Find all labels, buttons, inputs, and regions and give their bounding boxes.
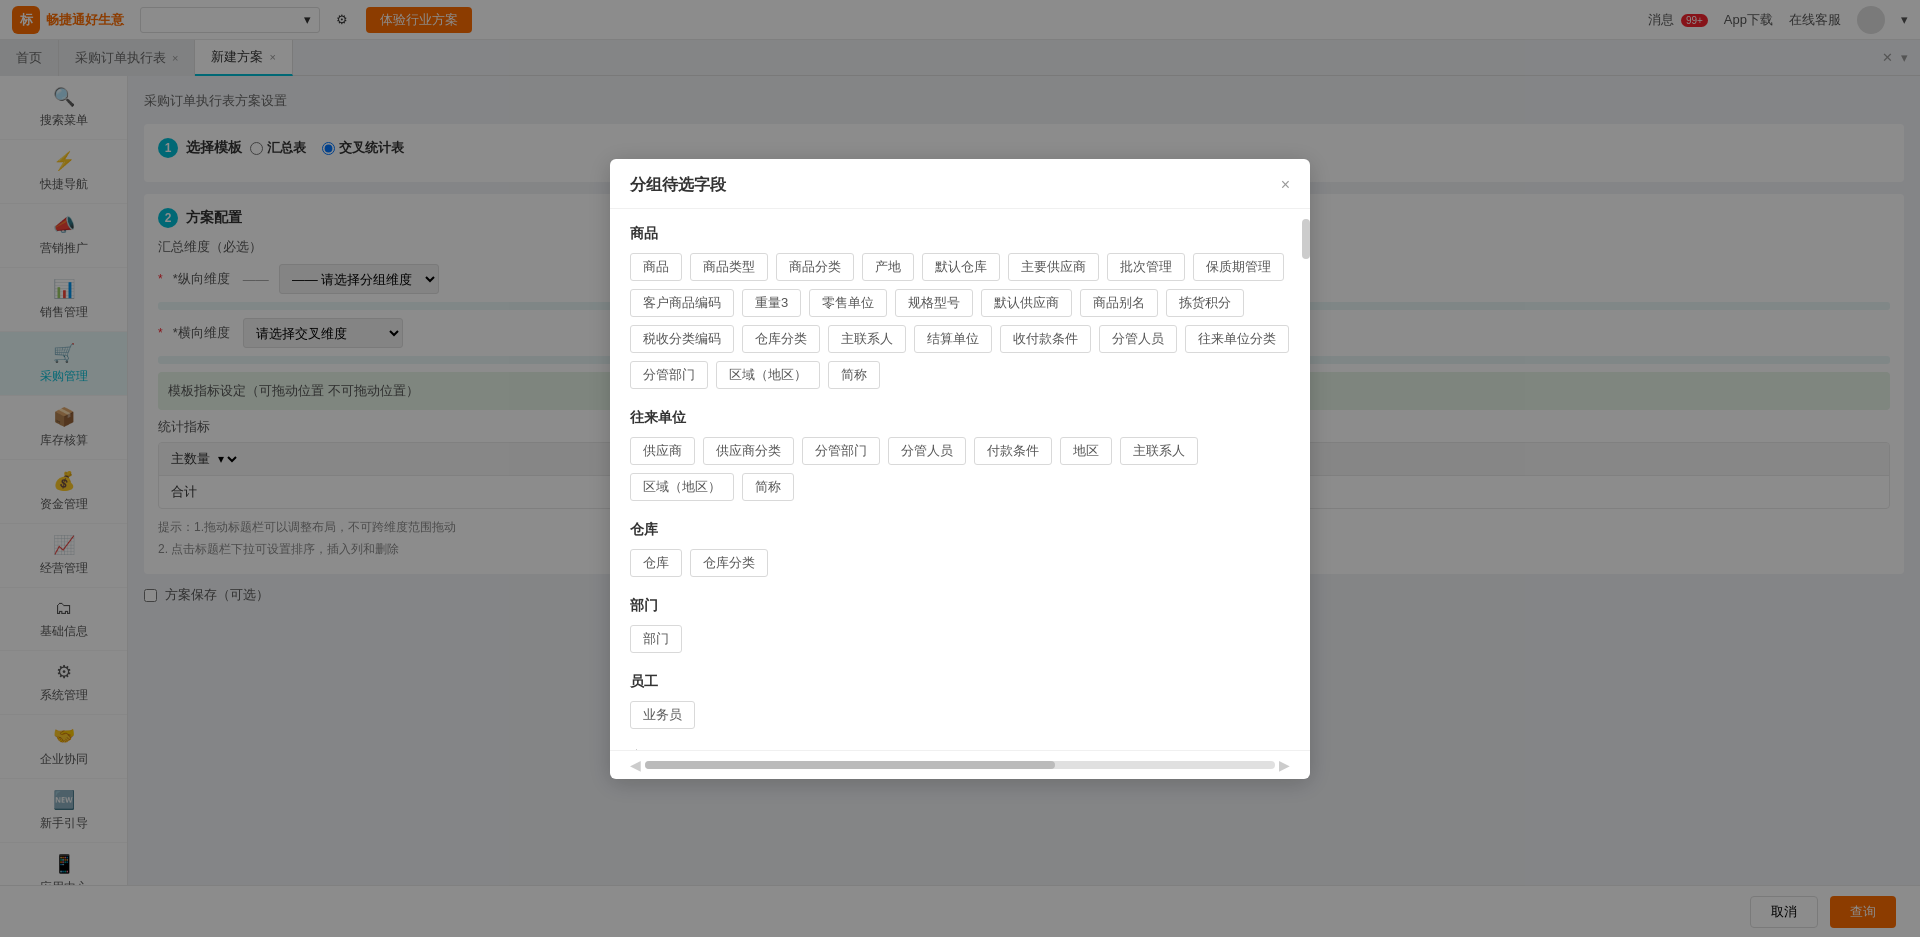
modal-header: 分组待选字段 ×: [610, 159, 1310, 209]
field-settlement-unit[interactable]: 结算单位: [914, 325, 992, 353]
field-warehouse-category[interactable]: 仓库分类: [742, 325, 820, 353]
scroll-left-icon[interactable]: ◀: [630, 757, 641, 773]
modal-close-button[interactable]: ×: [1281, 176, 1290, 194]
field-region-goods[interactable]: 区域（地区）: [716, 361, 820, 389]
vscroll-thumb: [1302, 219, 1310, 259]
field-goods[interactable]: 商品: [630, 253, 682, 281]
modal-section-dept: 部门 部门: [630, 597, 1290, 653]
field-short-name-2[interactable]: 简称: [742, 473, 794, 501]
section-partners-fields: 供应商 供应商分类 分管部门 分管人员 付款条件 地区 主联系人 区域（地区） …: [630, 437, 1290, 501]
field-sales-rep[interactable]: 业务员: [630, 701, 695, 729]
scroll-track[interactable]: [645, 761, 1275, 769]
field-main-contact[interactable]: 主联系人: [828, 325, 906, 353]
field-main-contact-2[interactable]: 主联系人: [1120, 437, 1198, 465]
field-goods-alias[interactable]: 商品别名: [1080, 289, 1158, 317]
modal-section-goods: 商品 商品 商品类型 商品分类 产地 默认仓库 主要供应商 批次管理 保质期管理…: [630, 225, 1290, 389]
field-goods-category[interactable]: 商品分类: [776, 253, 854, 281]
section-partners-title: 往来单位: [630, 409, 1290, 427]
field-main-supplier[interactable]: 主要供应商: [1008, 253, 1099, 281]
field-dept[interactable]: 部门: [630, 625, 682, 653]
modal-title: 分组待选字段: [630, 175, 726, 196]
section-goods-title: 商品: [630, 225, 1290, 243]
modal-overlay: 分组待选字段 × 商品 商品 商品类型 商品分类 产地 默认仓库 主要供应商 批…: [0, 0, 1920, 937]
field-region-2[interactable]: 地区: [1060, 437, 1112, 465]
field-pick-points[interactable]: 拣货积分: [1166, 289, 1244, 317]
section-employee-fields: 业务员: [630, 701, 1290, 729]
field-default-warehouse[interactable]: 默认仓库: [922, 253, 1000, 281]
modal-section-partners: 往来单位 供应商 供应商分类 分管部门 分管人员 付款条件 地区 主联系人 区域…: [630, 409, 1290, 501]
modal-body: 商品 商品 商品类型 商品分类 产地 默认仓库 主要供应商 批次管理 保质期管理…: [610, 209, 1310, 750]
field-partner-category[interactable]: 往来单位分类: [1185, 325, 1289, 353]
scroll-thumb: [645, 761, 1055, 769]
section-dept-title: 部门: [630, 597, 1290, 615]
field-batch-mgmt[interactable]: 批次管理: [1107, 253, 1185, 281]
section-goods-fields: 商品 商品类型 商品分类 产地 默认仓库 主要供应商 批次管理 保质期管理 客户…: [630, 253, 1290, 389]
field-supplier-category[interactable]: 供应商分类: [703, 437, 794, 465]
field-dept-manage[interactable]: 分管部门: [630, 361, 708, 389]
field-dept-manage-2[interactable]: 分管部门: [802, 437, 880, 465]
field-short-name-goods[interactable]: 简称: [828, 361, 880, 389]
field-weight3[interactable]: 重量3: [742, 289, 801, 317]
field-default-supplier[interactable]: 默认供应商: [981, 289, 1072, 317]
section-employee-title: 员工: [630, 673, 1290, 691]
field-supervisor[interactable]: 分管人员: [1099, 325, 1177, 353]
scroll-right-icon[interactable]: ▶: [1279, 757, 1290, 773]
field-spec-model[interactable]: 规格型号: [895, 289, 973, 317]
section-warehouse-title: 仓库: [630, 521, 1290, 539]
field-warehouse[interactable]: 仓库: [630, 549, 682, 577]
field-payment-terms-2[interactable]: 付款条件: [974, 437, 1052, 465]
field-shelf-life[interactable]: 保质期管理: [1193, 253, 1284, 281]
section-dept-fields: 部门: [630, 625, 1290, 653]
field-goods-type[interactable]: 商品类型: [690, 253, 768, 281]
field-origin[interactable]: 产地: [862, 253, 914, 281]
field-select-modal: 分组待选字段 × 商品 商品 商品类型 商品分类 产地 默认仓库 主要供应商 批…: [610, 159, 1310, 779]
field-region-area-2[interactable]: 区域（地区）: [630, 473, 734, 501]
field-tax-code[interactable]: 税收分类编码: [630, 325, 734, 353]
field-supplier[interactable]: 供应商: [630, 437, 695, 465]
field-customer-code[interactable]: 客户商品编码: [630, 289, 734, 317]
modal-scroll-area: ◀ ▶: [610, 750, 1310, 779]
modal-section-employee: 员工 业务员: [630, 673, 1290, 729]
field-supervisor-2[interactable]: 分管人员: [888, 437, 966, 465]
field-warehouse-cat[interactable]: 仓库分类: [690, 549, 768, 577]
section-warehouse-fields: 仓库 仓库分类: [630, 549, 1290, 577]
modal-section-warehouse: 仓库 仓库 仓库分类: [630, 521, 1290, 577]
field-retail-unit[interactable]: 零售单位: [809, 289, 887, 317]
field-payment-terms[interactable]: 收付款条件: [1000, 325, 1091, 353]
modal-vertical-scrollbar[interactable]: [1302, 209, 1310, 729]
